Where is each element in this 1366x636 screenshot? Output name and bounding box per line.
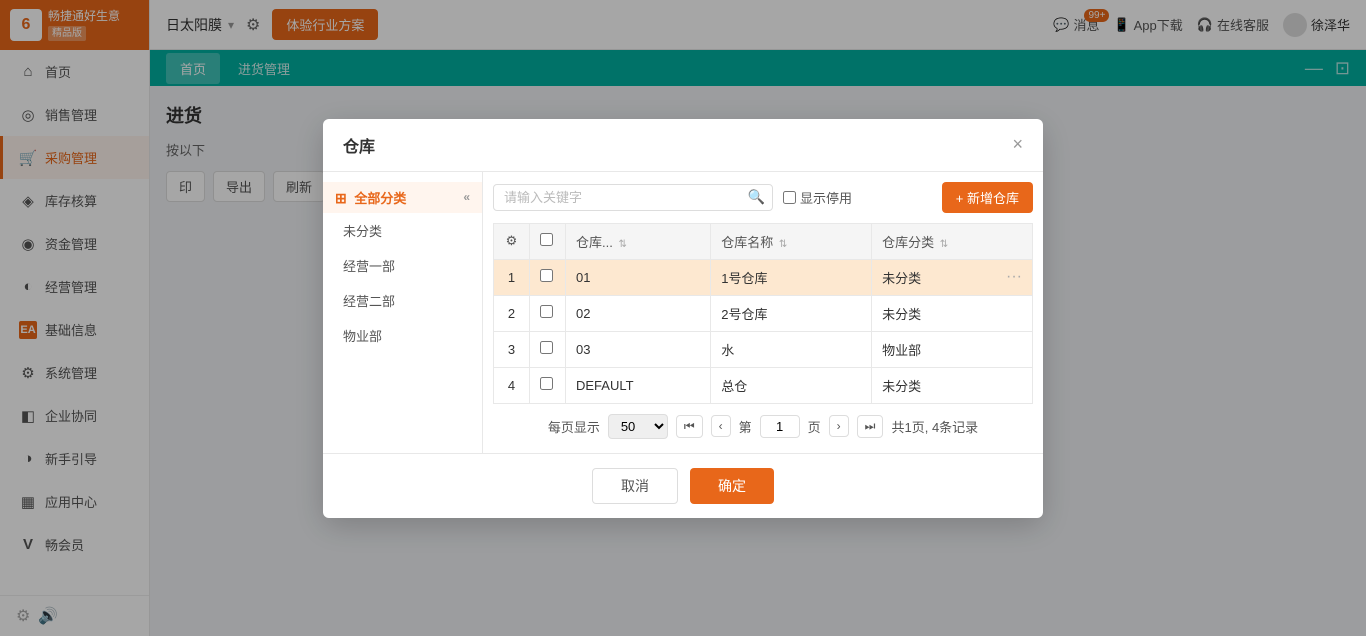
search-icon: 🔍 xyxy=(748,189,765,206)
row-gear-cell: 1 xyxy=(494,259,530,295)
row-checkbox-cell xyxy=(530,367,566,403)
all-category-item[interactable]: ⊞ 全部分类 « xyxy=(323,182,482,213)
table-scroll-container: ⚙ 仓库... ⇅ 仓库名称 xyxy=(493,223,1033,404)
page-label: 第 xyxy=(739,417,752,436)
modal-header: 仓库 × xyxy=(323,119,1043,172)
row-category-cell: 未分类 xyxy=(872,295,1033,331)
row-code-cell: 02 xyxy=(566,295,711,331)
row-checkbox[interactable] xyxy=(540,305,553,318)
table-toolbar: 🔍 显示停用 + 新增仓库 xyxy=(493,182,1033,213)
category-item-ops2[interactable]: 经营二部 xyxy=(323,283,482,318)
modal-overlay: 仓库 × ⊞ 全部分类 « 未分类 经营一部 xyxy=(0,0,1366,636)
row-category-cell: 未分类 xyxy=(872,367,1033,403)
page-number-input[interactable] xyxy=(760,415,800,438)
sort-icon: ⇅ xyxy=(779,239,787,250)
row-gear-cell: 3 xyxy=(494,331,530,367)
row-gear-cell: 4 xyxy=(494,367,530,403)
row-checkbox-cell xyxy=(530,331,566,367)
page-size-label: 每页显示 xyxy=(548,417,600,436)
th-category: 仓库分类 ⇅ xyxy=(872,223,1033,259)
sort-icon: ⇅ xyxy=(618,239,626,250)
table-row[interactable]: 3 03 水 物业部 xyxy=(494,331,1033,367)
show-disabled-checkbox[interactable]: 显示停用 xyxy=(783,188,852,207)
row-code-cell: 01 xyxy=(566,259,711,295)
modal-body: ⊞ 全部分类 « 未分类 经营一部 经营二部 物业部 xyxy=(323,172,1043,453)
th-code: 仓库... ⇅ xyxy=(566,223,711,259)
last-page-button[interactable]: ⏭ xyxy=(857,415,884,438)
row-code-cell: 03 xyxy=(566,331,711,367)
total-info: 共1页, 4条记录 xyxy=(891,417,978,436)
category-item-ops1[interactable]: 经营一部 xyxy=(323,248,482,283)
row-code-cell: DEFAULT xyxy=(566,367,711,403)
row-checkbox[interactable] xyxy=(540,377,553,390)
gear-header-icon: ⚙ xyxy=(506,233,518,248)
first-page-button[interactable]: ⏮ xyxy=(676,415,703,438)
grid-icon: ⊞ xyxy=(335,190,347,206)
search-wrap: 🔍 xyxy=(493,184,773,211)
modal-title: 仓库 xyxy=(343,133,375,157)
page-size-select[interactable]: 50 100 xyxy=(608,414,668,439)
table-row[interactable]: 1 01 1号仓库 未分类 ··· xyxy=(494,259,1033,295)
row-checkbox-cell xyxy=(530,295,566,331)
th-name: 仓库名称 ⇅ xyxy=(711,223,872,259)
page-unit: 页 xyxy=(808,417,821,436)
next-page-button[interactable]: › xyxy=(829,415,849,437)
th-checkbox xyxy=(530,223,566,259)
prev-page-button[interactable]: ‹ xyxy=(711,415,731,437)
table-row[interactable]: 2 02 2号仓库 未分类 xyxy=(494,295,1033,331)
row-category-cell: 未分类 ··· xyxy=(872,259,1033,295)
sort-icon: ⇅ xyxy=(940,239,948,250)
category-item-unclassified[interactable]: 未分类 xyxy=(323,213,482,248)
category-sidebar: ⊞ 全部分类 « 未分类 经营一部 经营二部 物业部 xyxy=(323,172,483,453)
select-all-checkbox[interactable] xyxy=(540,233,553,246)
table-area: 🔍 显示停用 + 新增仓库 ⚙ xyxy=(483,172,1043,453)
search-input[interactable] xyxy=(493,184,773,211)
warehouse-modal: 仓库 × ⊞ 全部分类 « 未分类 经营一部 xyxy=(323,119,1043,518)
all-category-label: 全部分类 xyxy=(354,191,406,206)
table-header-row: ⚙ 仓库... ⇅ 仓库名称 xyxy=(494,223,1033,259)
add-warehouse-button[interactable]: + 新增仓库 xyxy=(942,182,1033,213)
th-gear: ⚙ xyxy=(494,223,530,259)
row-name-cell: 总仓 xyxy=(711,367,872,403)
row-actions-button[interactable]: ··· xyxy=(1006,268,1022,286)
warehouse-table: ⚙ 仓库... ⇅ 仓库名称 xyxy=(493,223,1033,404)
row-name-cell: 2号仓库 xyxy=(711,295,872,331)
collapse-icon[interactable]: « xyxy=(463,190,470,204)
row-checkbox[interactable] xyxy=(540,341,553,354)
row-checkbox-cell xyxy=(530,259,566,295)
modal-close-button[interactable]: × xyxy=(1012,134,1023,155)
category-item-property[interactable]: 物业部 xyxy=(323,318,482,353)
show-disabled-input[interactable] xyxy=(783,191,796,204)
pagination: 每页显示 50 100 ⏮ ‹ 第 页 › ⏭ 共1页, 4条记录 xyxy=(493,404,1033,443)
confirm-button[interactable]: 确定 xyxy=(690,468,774,504)
row-category-cell: 物业部 xyxy=(872,331,1033,367)
table-row[interactable]: 4 DEFAULT 总仓 未分类 xyxy=(494,367,1033,403)
row-name-cell: 1号仓库 xyxy=(711,259,872,295)
table-body: 1 01 1号仓库 未分类 ··· 2 02 2号仓库 未分类 3 03 水 物… xyxy=(494,259,1033,403)
cancel-button[interactable]: 取消 xyxy=(592,468,678,504)
row-gear-cell: 2 xyxy=(494,295,530,331)
show-disabled-label: 显示停用 xyxy=(800,188,852,207)
row-name-cell: 水 xyxy=(711,331,872,367)
row-checkbox[interactable] xyxy=(540,269,553,282)
modal-footer: 取消 确定 xyxy=(323,453,1043,518)
